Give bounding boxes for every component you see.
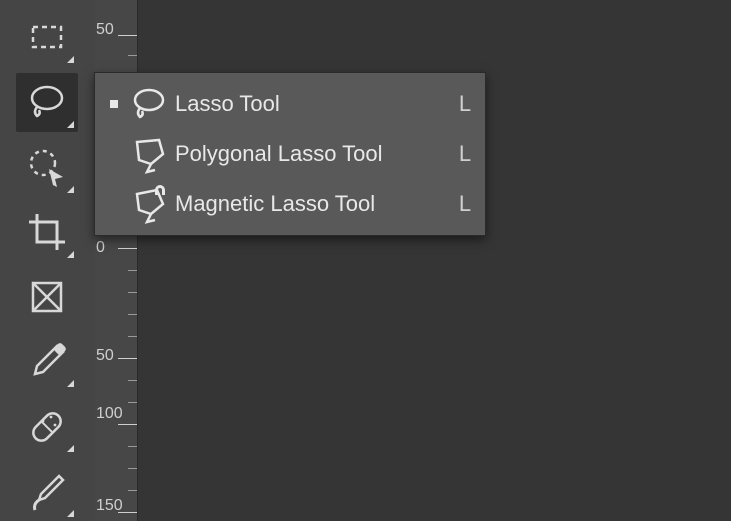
ruler-label: 150: [96, 498, 116, 513]
flyout-item-polygonal-lasso[interactable]: Polygonal Lasso Tool L: [95, 129, 485, 179]
lasso-icon: [25, 80, 69, 124]
frame-tool-button[interactable]: [16, 268, 78, 327]
frame-icon: [25, 275, 69, 319]
lasso-tool-flyout: Lasso Tool L Polygonal Lasso Tool L Magn…: [94, 72, 486, 236]
flyout-item-label: Lasso Tool: [175, 91, 445, 117]
flyout-item-label: Polygonal Lasso Tool: [175, 141, 445, 167]
healing-brush-tool-button[interactable]: [16, 397, 78, 456]
quick-selection-icon: [25, 145, 69, 189]
marquee-tool-button[interactable]: [16, 8, 78, 67]
flyout-indicator-icon: [67, 380, 74, 387]
polygonal-lasso-icon: [123, 134, 175, 174]
ruler-label: 50: [96, 22, 116, 37]
flyout-item-lasso[interactable]: Lasso Tool L: [95, 79, 485, 129]
flyout-item-shortcut: L: [445, 91, 485, 117]
ruler-label: 50: [96, 348, 116, 363]
marquee-icon: [27, 17, 67, 57]
magnetic-lasso-icon: [123, 184, 175, 224]
flyout-indicator-icon: [67, 186, 74, 193]
flyout-indicator-icon: [67, 510, 74, 517]
brush-icon: [25, 470, 69, 514]
eyedropper-icon: [25, 340, 69, 384]
active-indicator-icon: [105, 100, 123, 108]
flyout-item-magnetic-lasso[interactable]: Magnetic Lasso Tool L: [95, 179, 485, 229]
lasso-tool-button[interactable]: [16, 73, 78, 132]
flyout-item-shortcut: L: [445, 141, 485, 167]
flyout-indicator-icon: [67, 56, 74, 63]
ruler-label: 0: [96, 240, 116, 255]
crop-icon: [25, 210, 69, 254]
healing-brush-icon: [25, 405, 69, 449]
crop-tool-button[interactable]: [16, 203, 78, 262]
eyedropper-tool-button[interactable]: [16, 332, 78, 391]
flyout-indicator-icon: [67, 445, 74, 452]
flyout-item-label: Magnetic Lasso Tool: [175, 191, 445, 217]
tools-toolbar: [0, 0, 94, 521]
brush-tool-button[interactable]: [16, 462, 78, 521]
flyout-indicator-icon: [67, 251, 74, 258]
quick-selection-tool-button[interactable]: [16, 138, 78, 197]
ruler-label: 100: [96, 406, 116, 421]
flyout-indicator-icon: [67, 121, 74, 128]
flyout-item-shortcut: L: [445, 191, 485, 217]
lasso-icon: [123, 84, 175, 124]
